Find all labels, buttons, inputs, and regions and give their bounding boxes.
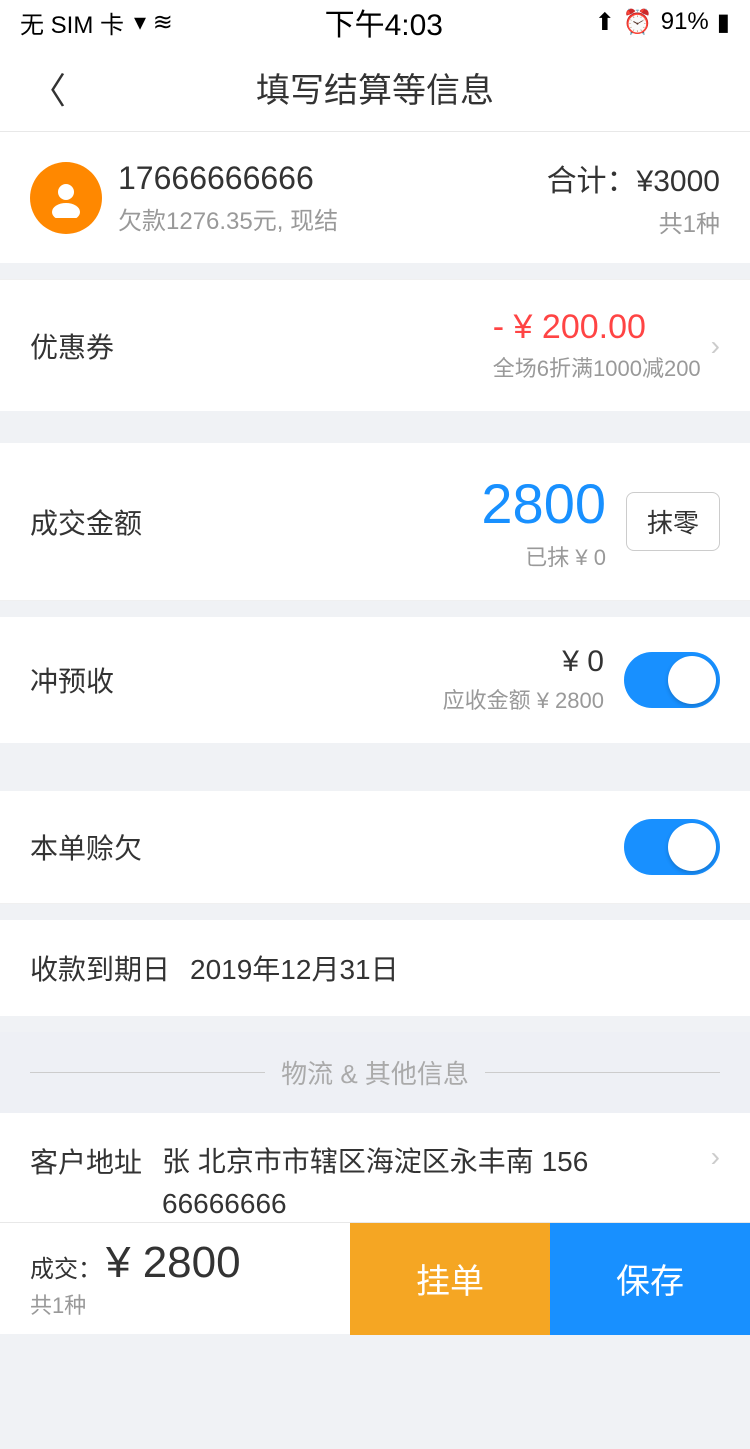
chevron-right-icon: ›	[711, 330, 720, 362]
precollect-sub: 应收金额 ¥ 2800	[443, 683, 604, 715]
alarm-icon: ⏰	[623, 8, 653, 37]
deduct-row: 本单赊欠	[0, 791, 750, 904]
deduct-toggle[interactable]	[624, 819, 720, 875]
transaction-amount-wrap: 2800 已抹 ¥ 0	[481, 471, 606, 572]
total-count: 共1种	[547, 204, 720, 239]
address-chevron-icon: ›	[711, 1141, 720, 1173]
transaction-right: 2800 已抹 ¥ 0 抹零	[481, 471, 720, 572]
duedate-label: 收款到期日	[30, 948, 170, 988]
footer-count: 共1种	[30, 1288, 320, 1320]
footer-summary: 成交： ¥ 2800 共1种	[0, 1238, 350, 1320]
logistics-label: 物流 & 其他信息	[281, 1054, 469, 1091]
status-bar-left: 无 SIM 卡 ▾ ≋	[20, 5, 173, 40]
footer-deal-label: 成交：	[30, 1249, 102, 1284]
customer-sub: 欠款1276.35元, 现结	[118, 201, 338, 236]
divider-line-left	[30, 1072, 265, 1073]
transaction-sub: 已抹 ¥ 0	[481, 540, 606, 572]
customer-info-row: 17666666666 欠款1276.35元, 现结 合计：¥3000 共1种	[0, 132, 750, 263]
precollect-label: 冲预收	[30, 660, 114, 700]
coupon-info: - ¥ 200.00 全场6折满1000减200	[493, 308, 701, 383]
duedate-row: 收款到期日 2019年12月31日	[0, 920, 750, 1016]
coupon-right: - ¥ 200.00 全场6折满1000减200 ›	[493, 308, 720, 383]
transaction-amount: 2800	[481, 471, 606, 536]
deduct-toggle-knob	[668, 823, 716, 871]
section-divider-1	[0, 427, 750, 443]
divider-line-right	[485, 1072, 720, 1073]
nav-bar: 〈 填写结算等信息	[0, 44, 750, 132]
coupon-amount: - ¥ 200.00	[493, 308, 701, 347]
duedate-value: 2019年12月31日	[190, 948, 399, 988]
footer-bar: 成交： ¥ 2800 共1种 挂单 保存	[0, 1222, 750, 1334]
round-button[interactable]: 抹零	[626, 492, 720, 551]
customer-left: 17666666666 欠款1276.35元, 现结	[30, 160, 338, 236]
transaction-label: 成交金额	[30, 502, 142, 542]
precollect-toggle[interactable]	[624, 652, 720, 708]
coupon-label: 优惠券	[30, 326, 114, 366]
coupon-row[interactable]: 优惠券 - ¥ 200.00 全场6折满1000减200 ›	[0, 279, 750, 411]
address-label: 客户地址	[30, 1141, 142, 1181]
battery-level: 91%	[661, 8, 709, 36]
footer-deal-amount: ¥ 2800	[106, 1238, 241, 1288]
wifi-icon: ▾ ≋	[134, 8, 173, 37]
status-bar-time: 下午4:03	[325, 0, 443, 44]
status-bar-right: ⬆ ⏰ 91% ▮	[595, 8, 730, 37]
carrier-label: 无 SIM 卡	[20, 5, 124, 40]
total-amount: 合计：¥3000	[547, 156, 720, 200]
customer-phone: 17666666666	[118, 160, 338, 197]
location-icon: ⬆	[595, 8, 615, 37]
back-button[interactable]: 〈	[30, 62, 66, 114]
deduct-label: 本单赊欠	[30, 827, 142, 867]
battery-icon: ▮	[717, 8, 730, 37]
status-bar: 无 SIM 卡 ▾ ≋ 下午4:03 ⬆ ⏰ 91% ▮	[0, 0, 750, 44]
transaction-row: 成交金额 2800 已抹 ¥ 0 抹零	[0, 443, 750, 601]
customer-details: 17666666666 欠款1276.35元, 现结	[118, 160, 338, 236]
save-button[interactable]: 保存	[550, 1223, 750, 1335]
precollect-right: ¥ 0 应收金额 ¥ 2800	[443, 645, 720, 715]
section-divider-2	[0, 759, 750, 775]
customer-total: 合计：¥3000 共1种	[547, 156, 720, 239]
coupon-sub: 全场6折满1000减200	[493, 351, 701, 383]
precollect-row: 冲预收 ¥ 0 应收金额 ¥ 2800	[0, 617, 750, 743]
precollect-amount-wrap: ¥ 0 应收金额 ¥ 2800	[443, 645, 604, 715]
footer-deal-row: 成交： ¥ 2800	[30, 1238, 320, 1288]
avatar	[30, 162, 102, 234]
address-value: 张 北京市市辖区海淀区永丰南 156 66666666	[162, 1141, 711, 1225]
toggle-knob	[668, 656, 716, 704]
logistics-divider: 物流 & 其他信息	[0, 1032, 750, 1113]
precollect-amount: ¥ 0	[443, 645, 604, 679]
hang-button[interactable]: 挂单	[350, 1223, 550, 1335]
page-title: 填写结算等信息	[256, 63, 494, 112]
